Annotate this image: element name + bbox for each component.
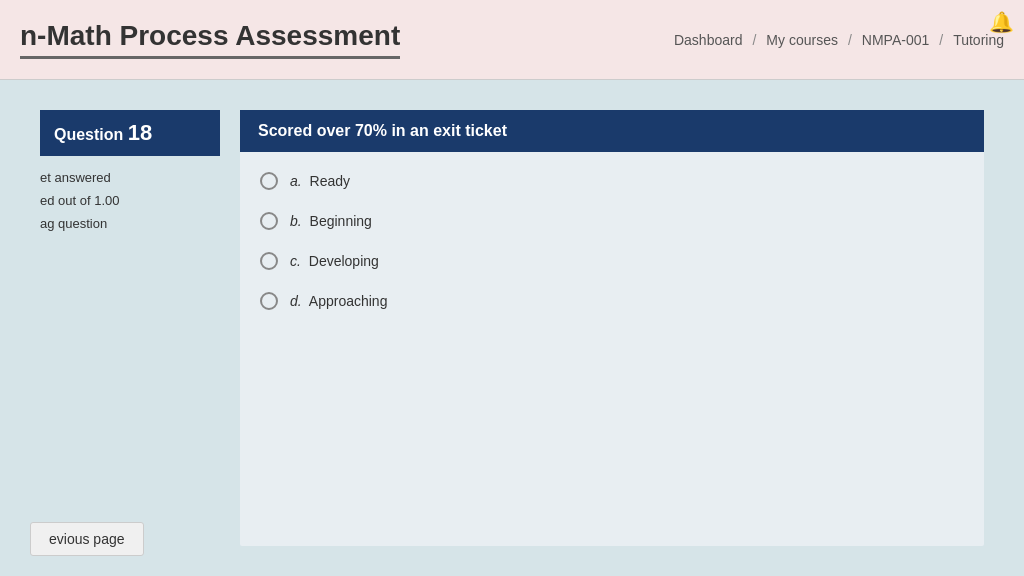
breadcrumb-course[interactable]: NMPA-001	[862, 32, 929, 48]
question-title-bar: Scored over 70% in an exit ticket	[240, 110, 984, 152]
option-item-4[interactable]: d. Approaching	[260, 292, 964, 310]
sidebar: Question 18 et answered ed out of 1.00 a…	[40, 110, 220, 546]
option-radio-2[interactable]	[260, 212, 278, 230]
main-content: Question 18 et answered ed out of 1.00 a…	[0, 80, 1024, 576]
footer-area: evious page	[30, 522, 144, 556]
option-label-1: a. Ready	[290, 173, 350, 189]
page-title: n-Math Process Assessment	[20, 20, 400, 52]
option-radio-1[interactable]	[260, 172, 278, 190]
option-item-3[interactable]: c. Developing	[260, 252, 964, 270]
previous-page-button[interactable]: evious page	[30, 522, 144, 556]
question-label: Question	[54, 126, 123, 143]
option-radio-3[interactable]	[260, 252, 278, 270]
option-item-1[interactable]: a. Ready	[260, 172, 964, 190]
page-header: n-Math Process Assessment Dashboard / My…	[0, 0, 1024, 80]
breadcrumb-sep-1: /	[752, 32, 756, 48]
option-radio-4[interactable]	[260, 292, 278, 310]
answered-status: et answered	[40, 166, 220, 189]
question-content-area: Scored over 70% in an exit ticket a. Rea…	[240, 110, 984, 546]
breadcrumb-dashboard[interactable]: Dashboard	[674, 32, 743, 48]
option-label-4: d. Approaching	[290, 293, 387, 309]
header-underline	[20, 56, 400, 59]
breadcrumb-sep-2: /	[848, 32, 852, 48]
bell-icon[interactable]: 🔔	[989, 10, 1014, 34]
header-left: n-Math Process Assessment	[20, 20, 400, 59]
flag-question: ag question	[40, 212, 220, 235]
breadcrumb-sep-3: /	[939, 32, 943, 48]
question-header-box: Question 18	[40, 110, 220, 156]
option-label-3: c. Developing	[290, 253, 379, 269]
option-label-2: b. Beginning	[290, 213, 372, 229]
option-item-2[interactable]: b. Beginning	[260, 212, 964, 230]
question-number: 18	[128, 120, 152, 145]
breadcrumb: Dashboard / My courses / NMPA-001 / Tuto…	[674, 32, 1004, 48]
breadcrumb-mycourses[interactable]: My courses	[766, 32, 838, 48]
options-list: a. Ready b. Beginning c. Developing d. Appr…	[240, 172, 984, 310]
grade-status: ed out of 1.00	[40, 189, 220, 212]
